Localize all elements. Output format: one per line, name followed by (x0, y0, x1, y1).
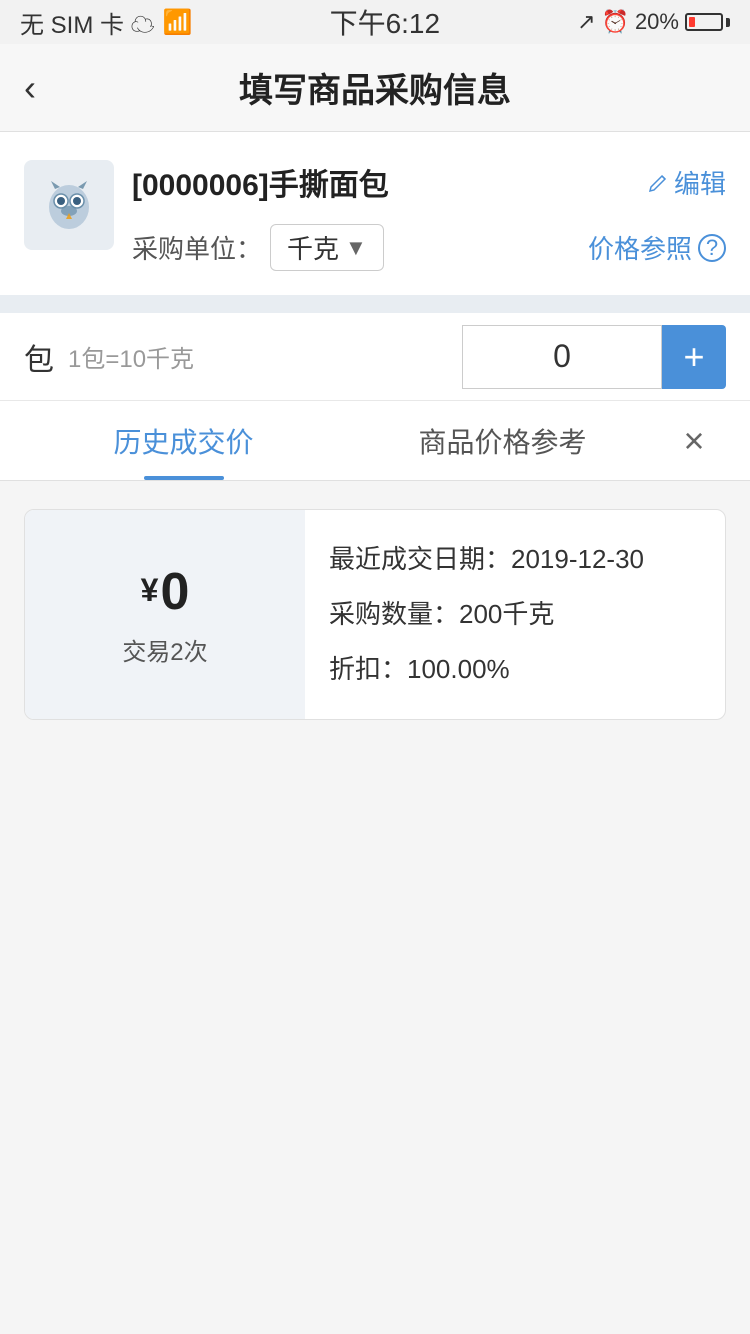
discount-row: 折扣：100.00% (329, 650, 701, 689)
status-right: ↗ ⏰ 20% (577, 9, 730, 35)
trade-count: 交易2次 (122, 632, 207, 667)
sim-label: 无 SIM 卡 ☁ (20, 5, 155, 40)
tab-history-price[interactable]: 历史成交价 (24, 401, 343, 480)
alarm-icon: ⏰ (602, 9, 629, 35)
unit-badge: 包 (24, 335, 54, 379)
status-time: 下午6:12 (330, 2, 441, 42)
location-icon: ↗ (577, 9, 595, 35)
unit-select[interactable]: 千克 ▼ (270, 224, 384, 271)
content-area: ¥ 0 交易2次 最近成交日期：2019-12-30 采购数量：200千克 折扣… (0, 481, 750, 981)
price-ref-label: 价格参照 (588, 229, 692, 266)
edit-button[interactable]: 编辑 (648, 164, 726, 201)
product-name-row: [0000006]手撕面包 编辑 (132, 160, 726, 204)
help-icon: ? (698, 234, 726, 262)
tab-active-underline (144, 476, 224, 480)
back-button[interactable]: ‹ (24, 67, 36, 109)
history-right: 最近成交日期：2019-12-30 采购数量：200千克 折扣：100.00% (305, 510, 725, 719)
product-image (24, 160, 114, 250)
purchase-qty-value: 200千克 (459, 599, 554, 629)
product-info: [0000006]手撕面包 编辑 采购单位： 千克 ▼ (132, 160, 726, 271)
quantity-plus-button[interactable]: + (662, 325, 726, 389)
quantity-controls: 0 + (462, 325, 726, 389)
purchase-qty-label: 采购数量： (329, 599, 459, 629)
discount-label: 折扣： (329, 654, 407, 684)
unit-note: 1包=10千克 (68, 339, 194, 374)
history-price: ¥ 0 (141, 562, 190, 622)
discount-value: 100.00% (407, 654, 510, 684)
tab-price-reference[interactable]: 商品价格参考 (343, 401, 662, 480)
recent-date-row: 最近成交日期：2019-12-30 (329, 540, 701, 579)
dropdown-arrow-icon: ▼ (345, 235, 367, 261)
page-title: 填写商品采购信息 (239, 63, 511, 112)
product-name: [0000006]手撕面包 (132, 160, 389, 204)
tabs-container: 历史成交价 商品价格参考 × (0, 401, 750, 481)
product-logo (39, 175, 99, 235)
history-left: ¥ 0 交易2次 (25, 510, 305, 719)
close-button[interactable]: × (662, 409, 726, 473)
price-ref-button[interactable]: 价格参照 ? (588, 229, 726, 266)
quantity-input[interactable]: 0 (462, 325, 662, 389)
purchase-qty-row: 采购数量：200千克 (329, 595, 701, 634)
product-card: [0000006]手撕面包 编辑 采购单位： 千克 ▼ (0, 132, 750, 295)
wifi-icon: 📶 (163, 8, 193, 37)
section-divider (0, 295, 750, 313)
status-bar: 无 SIM 卡 ☁ 📶 下午6:12 ↗ ⏰ 20% (0, 0, 750, 44)
price-value: 0 (160, 562, 189, 622)
status-left: 无 SIM 卡 ☁ 📶 (20, 5, 193, 40)
battery-icon (685, 13, 730, 31)
header: ‹ 填写商品采购信息 (0, 44, 750, 132)
battery-percent: 20% (635, 9, 679, 35)
recent-date-value: 2019-12-30 (511, 544, 644, 574)
edit-icon (648, 171, 670, 193)
history-card: ¥ 0 交易2次 最近成交日期：2019-12-30 采购数量：200千克 折扣… (24, 509, 726, 720)
quantity-unit: 包 1包=10千克 (24, 335, 194, 379)
unit-label: 采购单位： (132, 229, 262, 266)
unit-row: 采购单位： 千克 ▼ 价格参照 ? (132, 224, 726, 271)
recent-date-label: 最近成交日期： (329, 544, 511, 574)
product-top: [0000006]手撕面包 编辑 采购单位： 千克 ▼ (24, 160, 726, 271)
quantity-row: 包 1包=10千克 0 + (0, 313, 750, 401)
unit-value: 千克 (287, 229, 339, 266)
currency-symbol: ¥ (141, 572, 159, 609)
